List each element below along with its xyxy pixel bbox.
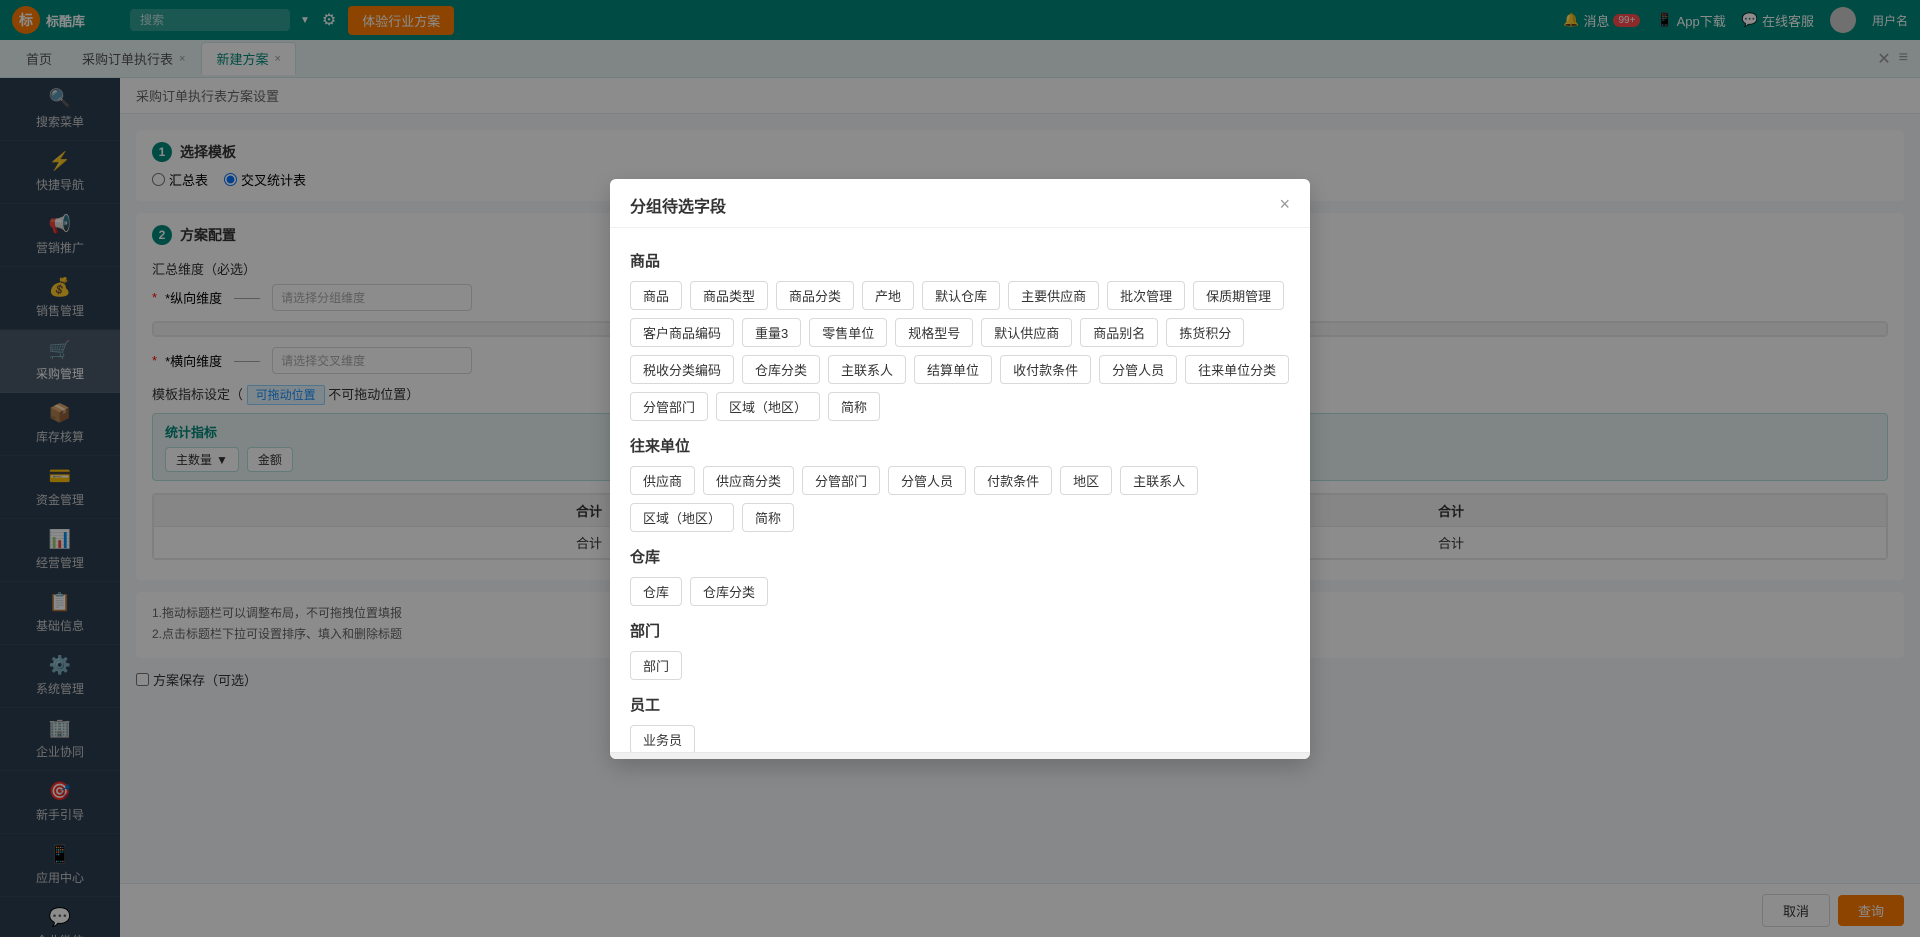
- field-chip[interactable]: 业务员: [630, 725, 695, 753]
- section-title-warehouse: 仓库: [630, 546, 1290, 567]
- field-chip[interactable]: 零售单位: [809, 318, 887, 347]
- field-chip[interactable]: 主要供应商: [1008, 281, 1099, 310]
- field-chip[interactable]: 主联系人: [1120, 466, 1198, 495]
- field-chip[interactable]: 客户商品编码: [630, 318, 734, 347]
- field-chip[interactable]: 地区: [1060, 466, 1112, 495]
- field-chip[interactable]: 分管人员: [888, 466, 966, 495]
- field-chip[interactable]: 分管人员: [1099, 355, 1177, 384]
- chips-warehouse: 仓库仓库分类: [630, 577, 1290, 606]
- field-chip[interactable]: 仓库分类: [742, 355, 820, 384]
- modal-title: 分组待选字段: [630, 193, 726, 217]
- field-chip[interactable]: 默认仓库: [922, 281, 1000, 310]
- field-chip[interactable]: 规格型号: [895, 318, 973, 347]
- field-chip[interactable]: 往来单位分类: [1185, 355, 1289, 384]
- field-chip[interactable]: 区域（地区）: [716, 392, 820, 421]
- field-chip[interactable]: 供应商分类: [703, 466, 794, 495]
- chips-employee: 业务员: [630, 725, 1290, 753]
- modal-body: 商品 商品商品类型商品分类产地默认仓库主要供应商批次管理保质期管理客户商品编码重…: [610, 228, 1310, 753]
- field-chip[interactable]: 供应商: [630, 466, 695, 495]
- chips-partner: 供应商供应商分类分管部门分管人员付款条件地区主联系人区域（地区） 简称: [630, 466, 1290, 532]
- modal-dialog: 分组待选字段 × 商品 商品商品类型商品分类产地默认仓库主要供应商批次管理保质期…: [610, 179, 1310, 759]
- modal-header: 分组待选字段 ×: [610, 179, 1310, 228]
- modal-overlay: 分组待选字段 × 商品 商品商品类型商品分类产地默认仓库主要供应商批次管理保质期…: [0, 0, 1920, 937]
- section-title-employee: 员工: [630, 694, 1290, 715]
- field-chip[interactable]: 税收分类编码: [630, 355, 734, 384]
- field-chip[interactable]: 商品: [630, 281, 682, 310]
- field-chip[interactable]: 产地: [862, 281, 914, 310]
- field-chip[interactable]: 主联系人: [828, 355, 906, 384]
- modal-close-btn[interactable]: ×: [1279, 194, 1290, 215]
- field-chip[interactable]: 保质期管理: [1193, 281, 1284, 310]
- field-chip[interactable]: 分管部门: [630, 392, 708, 421]
- chips-department: 部门: [630, 651, 1290, 680]
- field-chip[interactable]: 拣货积分: [1166, 318, 1244, 347]
- field-chip[interactable]: 结算单位: [914, 355, 992, 384]
- section-title-department: 部门: [630, 620, 1290, 641]
- field-chip[interactable]: 商品别名: [1080, 318, 1158, 347]
- modal-horizontal-scroll[interactable]: [610, 752, 1310, 758]
- field-chip[interactable]: 批次管理: [1107, 281, 1185, 310]
- field-chip[interactable]: 仓库分类: [690, 577, 768, 606]
- field-chip[interactable]: 商品类型: [690, 281, 768, 310]
- field-chip[interactable]: 收付款条件: [1000, 355, 1091, 384]
- field-chip[interactable]: 仓库: [630, 577, 682, 606]
- section-title-goods: 商品: [630, 250, 1290, 271]
- field-chip[interactable]: 区域（地区）: [630, 503, 734, 532]
- field-chip[interactable]: 简称: [742, 503, 794, 532]
- chips-goods: 商品商品类型商品分类产地默认仓库主要供应商批次管理保质期管理客户商品编码重量3 零…: [630, 281, 1290, 421]
- field-chip[interactable]: 部门: [630, 651, 682, 680]
- field-chip[interactable]: 分管部门: [802, 466, 880, 495]
- field-chip[interactable]: 重量3: [742, 318, 801, 347]
- field-chip[interactable]: 简称: [828, 392, 880, 421]
- section-title-partner: 往来单位: [630, 435, 1290, 456]
- field-chip[interactable]: 默认供应商: [981, 318, 1072, 347]
- field-chip[interactable]: 付款条件: [974, 466, 1052, 495]
- field-chip[interactable]: 商品分类: [776, 281, 854, 310]
